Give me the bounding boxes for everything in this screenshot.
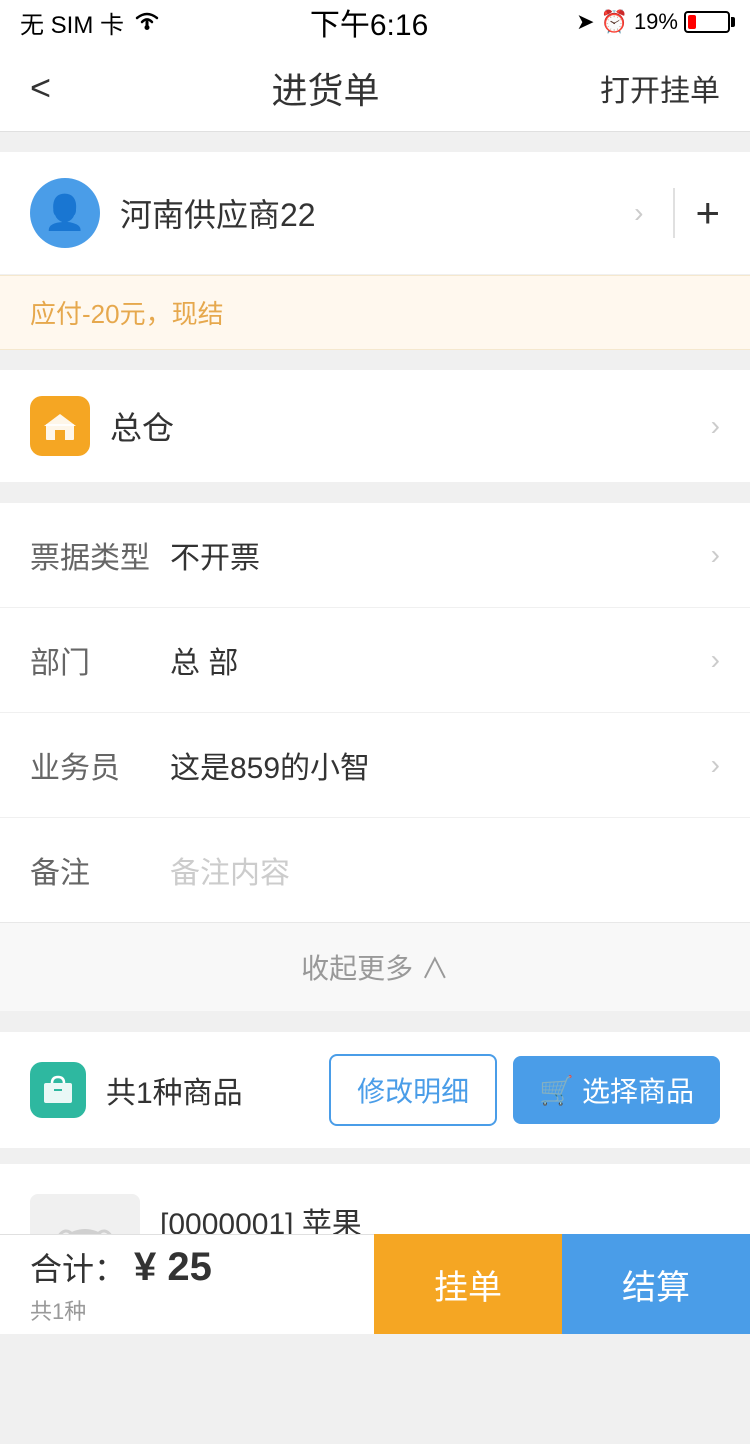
- department-row[interactable]: 部门 总 部 ›: [0, 607, 750, 712]
- products-header: 共1种商品 修改明细 🛒 选择商品: [0, 1031, 750, 1148]
- avatar: 👤: [30, 178, 100, 248]
- salesman-row[interactable]: 业务员 这是859的小智 ›: [0, 712, 750, 817]
- bottom-total: 合计： ¥ 25 共1种: [0, 1234, 374, 1334]
- notice-banner: 应付-20元，现结: [0, 275, 750, 350]
- chevron-right-icon: ›: [634, 197, 643, 229]
- warehouse-row[interactable]: 总仓 ›: [0, 370, 750, 482]
- supplier-card: 👤 河南供应商22 › + 应付-20元，现结: [0, 152, 750, 350]
- bottom-spacer: [0, 1334, 750, 1444]
- carrier-label: 无 SIM 卡: [20, 5, 124, 40]
- nav-bar: < 进货单 打开挂单: [0, 44, 750, 132]
- status-left: 无 SIM 卡: [20, 5, 162, 40]
- select-product-button[interactable]: 🛒 选择商品: [513, 1056, 720, 1124]
- back-button[interactable]: <: [30, 67, 51, 109]
- section-divider-4: [0, 1011, 750, 1031]
- warehouse-name: 总仓: [110, 403, 711, 449]
- remark-label: 备注: [30, 848, 170, 892]
- select-product-label: 选择商品: [582, 1070, 694, 1110]
- section-divider-1: [0, 132, 750, 152]
- department-label: 部门: [30, 638, 170, 682]
- form-card: 票据类型 不开票 › 部门 总 部 › 业务员 这是859的小智 › 备注 备注…: [0, 502, 750, 922]
- location-icon: ➤: [576, 9, 594, 35]
- cart-icon: 🛒: [539, 1074, 574, 1107]
- remark-placeholder: 备注内容: [170, 848, 720, 892]
- battery-icon: [684, 11, 730, 33]
- bottom-bar: 合计： ¥ 25 共1种 挂单 结算: [0, 1234, 750, 1334]
- status-right: ➤ ⏰ 19%: [576, 9, 730, 35]
- alarm-icon: ⏰: [601, 9, 628, 35]
- add-supplier-button[interactable]: +: [695, 192, 720, 234]
- supplier-name: 河南供应商22: [120, 190, 634, 236]
- collapse-button[interactable]: 收起更多 ∧: [0, 922, 750, 1011]
- ticket-type-row[interactable]: 票据类型 不开票 ›: [0, 502, 750, 607]
- notice-text: 应付-20元，现结: [30, 299, 224, 329]
- salesman-value: 这是859的小智: [170, 743, 711, 787]
- department-value: 总 部: [170, 638, 711, 682]
- checkout-button[interactable]: 结算: [562, 1234, 750, 1334]
- section-divider-3: [0, 482, 750, 502]
- open-hang-button[interactable]: 打开挂单: [600, 66, 720, 110]
- chevron-right-icon: ›: [711, 644, 720, 676]
- page-title: 进货单: [272, 62, 380, 114]
- chevron-right-icon: ›: [711, 539, 720, 571]
- total-main: 合计： ¥ 25: [30, 1244, 344, 1290]
- person-icon: 👤: [44, 193, 86, 233]
- wifi-icon: [132, 8, 162, 37]
- total-label: 合计：: [30, 1244, 126, 1290]
- edit-detail-button[interactable]: 修改明细: [329, 1054, 497, 1126]
- battery-percent: 19%: [634, 9, 678, 35]
- ticket-type-value: 不开票: [170, 533, 711, 577]
- section-divider-2: [0, 350, 750, 370]
- status-time: 下午6:16: [310, 0, 428, 44]
- salesman-label: 业务员: [30, 743, 170, 787]
- total-amount: ¥ 25: [134, 1245, 212, 1290]
- products-icon: [30, 1062, 86, 1118]
- collapse-label: 收起更多 ∧: [301, 953, 449, 984]
- hang-button[interactable]: 挂单: [374, 1234, 562, 1334]
- vertical-divider: [673, 188, 675, 238]
- warehouse-card: 总仓 ›: [0, 370, 750, 482]
- supplier-row[interactable]: 👤 河南供应商22 › +: [0, 152, 750, 275]
- chevron-right-icon: ›: [711, 749, 720, 781]
- products-count: 共1种商品: [106, 1068, 329, 1112]
- warehouse-icon: [30, 396, 90, 456]
- ticket-type-label: 票据类型: [30, 533, 170, 577]
- status-bar: 无 SIM 卡 下午6:16 ➤ ⏰ 19%: [0, 0, 750, 44]
- total-sub: 共1种: [30, 1294, 344, 1326]
- chevron-right-icon: ›: [711, 410, 720, 442]
- remark-row[interactable]: 备注 备注内容: [0, 817, 750, 922]
